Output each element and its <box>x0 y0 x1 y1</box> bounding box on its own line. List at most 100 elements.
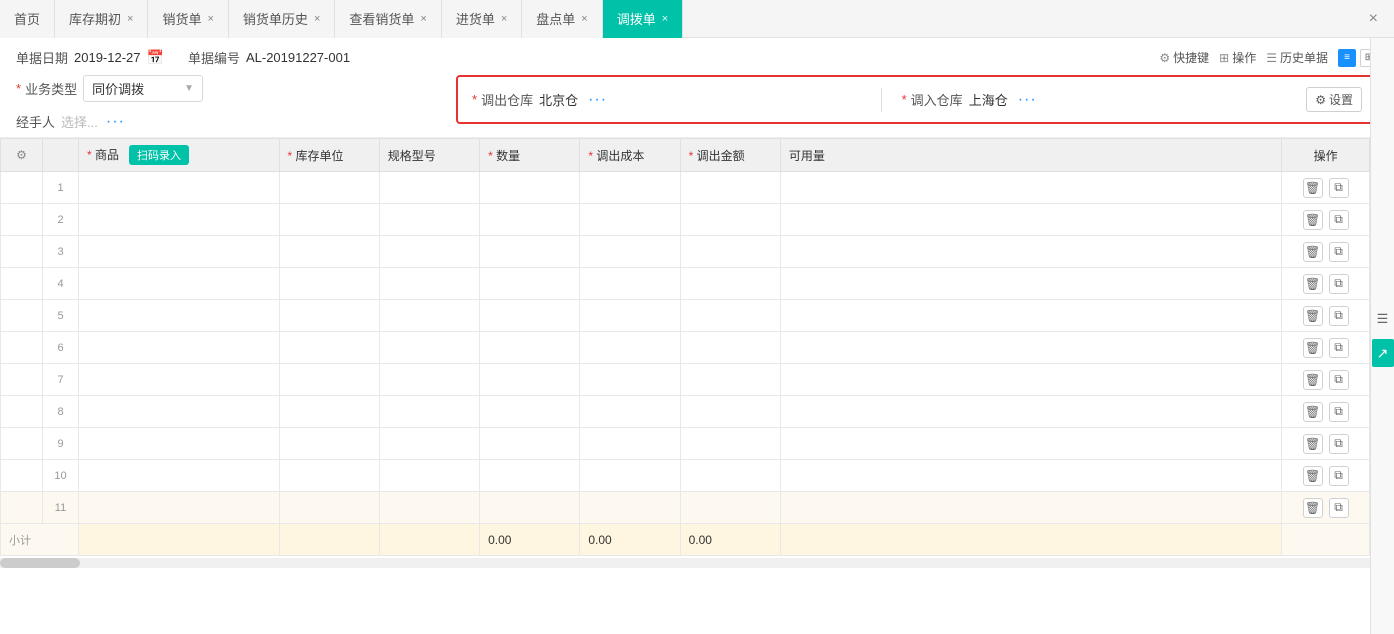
amount-cell[interactable] <box>680 332 780 364</box>
amount-cell[interactable] <box>680 364 780 396</box>
tab-home[interactable]: 首页 <box>0 0 55 38</box>
cost-cell-11[interactable] <box>580 492 680 524</box>
delete-row-button[interactable]: 🗑 <box>1303 274 1323 294</box>
window-close-button[interactable]: × <box>1353 0 1394 38</box>
layout-list-icon[interactable]: ≡ <box>1338 49 1356 67</box>
product-cell[interactable] <box>79 428 280 460</box>
copy-row-button[interactable]: ⧉ <box>1329 402 1349 422</box>
unit-cell[interactable] <box>279 300 379 332</box>
copy-row-button[interactable]: ⧉ <box>1329 210 1349 230</box>
spec-cell[interactable] <box>379 428 479 460</box>
warehouse-out-value[interactable]: 北京仓 <box>539 90 578 109</box>
unit-cell[interactable] <box>279 204 379 236</box>
amount-cell[interactable] <box>680 460 780 492</box>
available-cell[interactable] <box>780 236 1281 268</box>
copy-row-button[interactable]: ⧉ <box>1329 498 1349 518</box>
delete-row-button[interactable]: 🗑 <box>1303 338 1323 358</box>
available-cell[interactable] <box>780 428 1281 460</box>
tab-inventory-check-close[interactable]: × <box>581 13 587 25</box>
product-cell[interactable] <box>79 268 280 300</box>
warehouse-in-value[interactable]: 上海仓 <box>969 90 1008 109</box>
operations-btn[interactable]: ⊞ 操作 <box>1219 49 1256 66</box>
available-cell[interactable] <box>780 300 1281 332</box>
tab-view-sales-close[interactable]: × <box>420 13 426 25</box>
business-type-select[interactable]: 同价调拨 ▼ <box>83 75 203 102</box>
tab-sales-history[interactable]: 销货单历史 × <box>229 0 335 38</box>
copy-row-button[interactable]: ⧉ <box>1329 370 1349 390</box>
horizontal-scrollbar[interactable] <box>0 558 1370 568</box>
delete-row-button[interactable]: 🗑 <box>1303 498 1323 518</box>
product-cell[interactable] <box>79 332 280 364</box>
qty-cell[interactable] <box>480 460 580 492</box>
available-cell[interactable] <box>780 332 1281 364</box>
scrollbar-thumb[interactable] <box>0 558 80 568</box>
available-cell[interactable] <box>780 204 1281 236</box>
qty-cell[interactable] <box>480 428 580 460</box>
cost-cell[interactable] <box>580 268 680 300</box>
spec-cell[interactable] <box>379 332 479 364</box>
unit-cell[interactable] <box>279 268 379 300</box>
sidebar-list-icon[interactable]: ☰ <box>1372 305 1394 333</box>
delete-row-button[interactable]: 🗑 <box>1303 466 1323 486</box>
available-cell[interactable] <box>780 268 1281 300</box>
unit-cell[interactable] <box>279 396 379 428</box>
tab-inventory-init-close[interactable]: × <box>127 13 133 25</box>
copy-row-button[interactable]: ⧉ <box>1329 466 1349 486</box>
spec-cell[interactable] <box>379 268 479 300</box>
product-cell[interactable] <box>79 300 280 332</box>
tab-inventory-check[interactable]: 盘点单 × <box>522 0 602 38</box>
tab-purchase-order-close[interactable]: × <box>501 13 507 25</box>
available-cell[interactable] <box>780 396 1281 428</box>
agent-more-icon[interactable]: ··· <box>106 113 125 131</box>
tab-transfer-order[interactable]: 调拨单 × <box>603 0 683 38</box>
scan-entry-button[interactable]: 扫码录入 <box>129 145 189 165</box>
doc-date-value[interactable]: 2019-12-27 <box>74 50 141 65</box>
product-cell[interactable] <box>79 204 280 236</box>
cost-cell[interactable] <box>580 396 680 428</box>
product-cell[interactable] <box>79 396 280 428</box>
spec-cell[interactable] <box>379 460 479 492</box>
amount-cell[interactable] <box>680 268 780 300</box>
amount-cell[interactable] <box>680 396 780 428</box>
product-cell[interactable] <box>79 236 280 268</box>
delete-row-button[interactable]: 🗑 <box>1303 210 1323 230</box>
tab-transfer-order-close[interactable]: × <box>662 13 668 25</box>
product-cell[interactable] <box>79 460 280 492</box>
settings-button[interactable]: ⚙ 设置 <box>1306 87 1362 112</box>
available-cell[interactable] <box>780 172 1281 204</box>
cost-cell[interactable] <box>580 204 680 236</box>
amount-cell[interactable] <box>680 236 780 268</box>
tab-sales-order-close[interactable]: × <box>207 13 213 25</box>
copy-row-button[interactable]: ⧉ <box>1329 434 1349 454</box>
unit-cell[interactable] <box>279 172 379 204</box>
spec-cell[interactable] <box>379 172 479 204</box>
cost-cell[interactable] <box>580 364 680 396</box>
qty-cell[interactable] <box>480 364 580 396</box>
delete-row-button[interactable]: 🗑 <box>1303 178 1323 198</box>
qty-cell[interactable] <box>480 268 580 300</box>
qty-cell[interactable] <box>480 300 580 332</box>
doc-no-value[interactable]: AL-20191227-001 <box>246 50 350 65</box>
tab-purchase-order[interactable]: 进货单 × <box>442 0 522 38</box>
copy-row-button[interactable]: ⧉ <box>1329 306 1349 326</box>
product-cell[interactable] <box>79 364 280 396</box>
tab-sales-order[interactable]: 销货单 × <box>148 0 228 38</box>
qty-cell[interactable] <box>480 172 580 204</box>
product-cell[interactable] <box>79 172 280 204</box>
delete-row-button[interactable]: 🗑 <box>1303 402 1323 422</box>
unit-cell-11[interactable] <box>279 492 379 524</box>
tab-inventory-init[interactable]: 库存期初 × <box>55 0 148 38</box>
unit-cell[interactable] <box>279 236 379 268</box>
cost-cell[interactable] <box>580 172 680 204</box>
delete-row-button[interactable]: 🗑 <box>1303 306 1323 326</box>
spec-cell[interactable] <box>379 236 479 268</box>
cost-cell[interactable] <box>580 332 680 364</box>
agent-placeholder[interactable]: 选择... <box>61 112 98 131</box>
cost-cell[interactable] <box>580 236 680 268</box>
amount-cell-11[interactable] <box>680 492 780 524</box>
warehouse-in-more-icon[interactable]: ··· <box>1018 91 1037 109</box>
spec-cell[interactable] <box>379 364 479 396</box>
copy-row-button[interactable]: ⧉ <box>1329 242 1349 262</box>
copy-row-button[interactable]: ⧉ <box>1329 338 1349 358</box>
spec-cell[interactable] <box>379 300 479 332</box>
